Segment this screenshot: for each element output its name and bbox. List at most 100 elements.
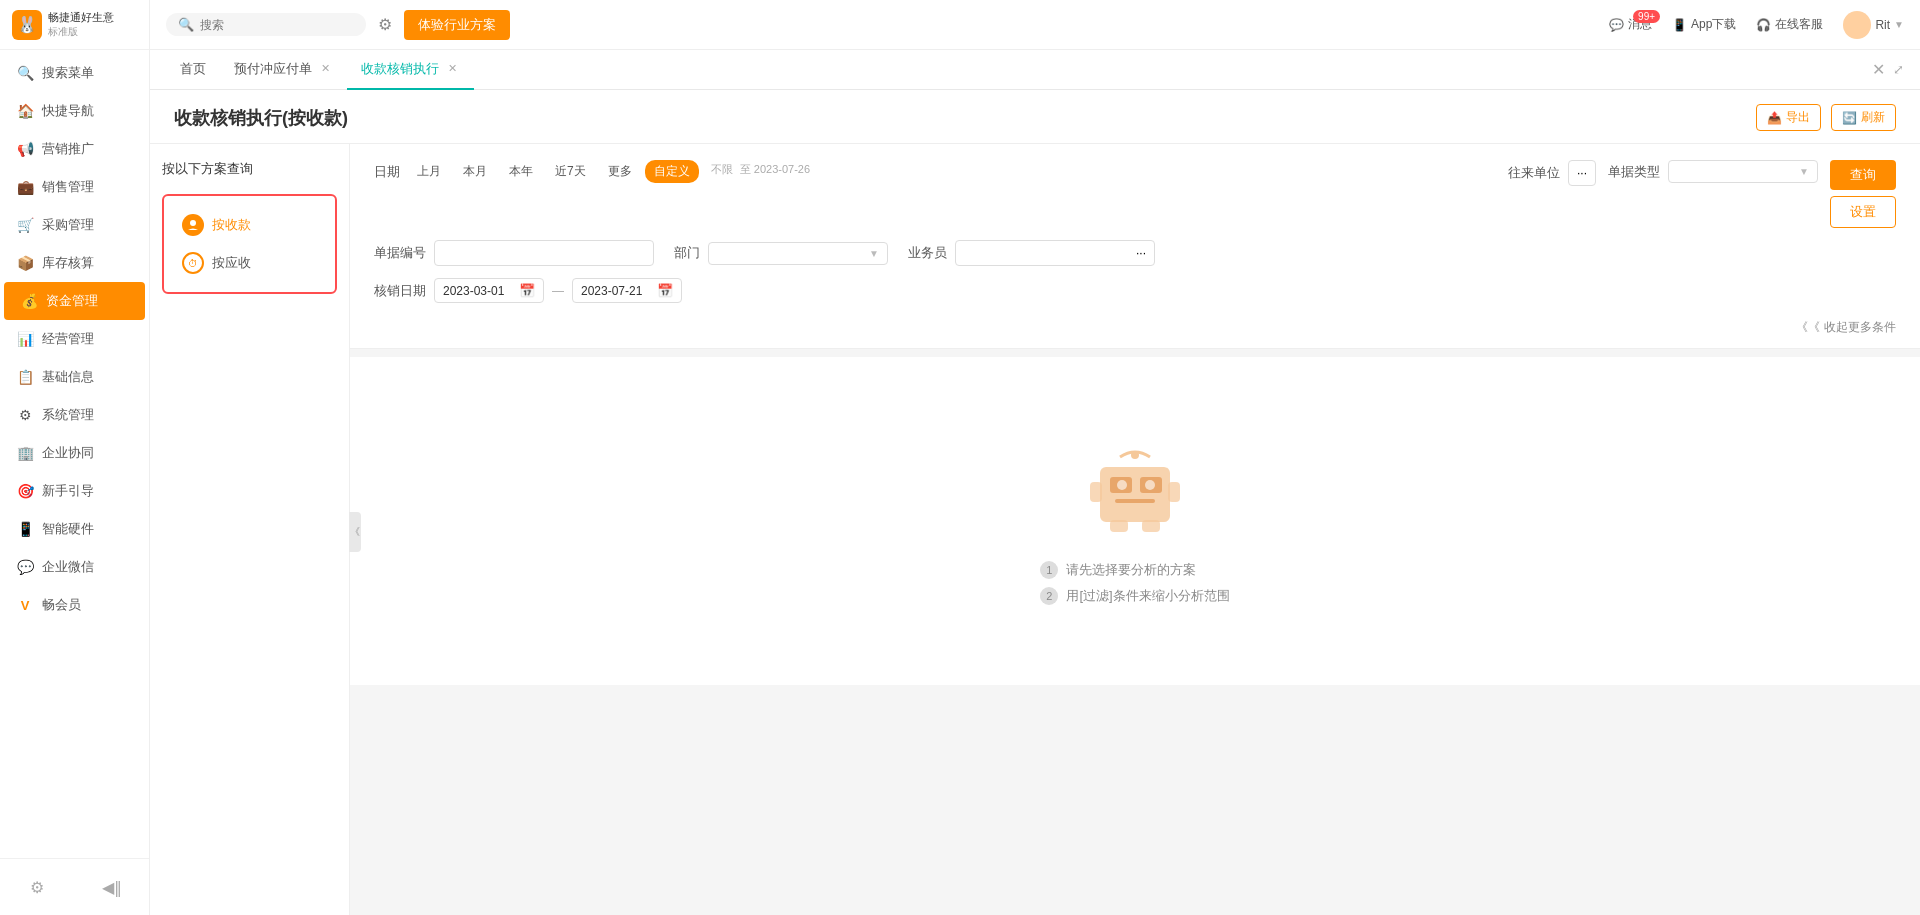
tab-verify-close[interactable]: ✕ bbox=[445, 61, 460, 76]
date-custom[interactable]: 自定义 bbox=[645, 160, 699, 183]
doctype-label: 单据类型 bbox=[1608, 163, 1660, 181]
sidebar-item-label: 经营管理 bbox=[42, 330, 94, 348]
calendar-icon-end[interactable]: 📅 bbox=[657, 283, 673, 298]
tab-verify[interactable]: 收款核销执行 ✕ bbox=[347, 50, 474, 90]
service-btn[interactable]: 🎧 在线客服 bbox=[1756, 16, 1823, 33]
tab-prepay-close[interactable]: ✕ bbox=[318, 61, 333, 76]
settings-bottom-btn[interactable]: ⚙ bbox=[21, 871, 53, 903]
date-this-month[interactable]: 本月 bbox=[454, 160, 496, 183]
collapse-more-label: 收起更多条件 bbox=[1824, 319, 1896, 336]
filter-row-1: 日期 上月 本月 本年 近7天 更多 自定义 bbox=[374, 160, 1896, 228]
sidebar-item-purchase[interactable]: 🛒 采购管理 bbox=[0, 206, 149, 244]
date-filter-group: 日期 上月 本月 本年 近7天 更多 自定义 bbox=[374, 160, 699, 183]
app-download-btn[interactable]: 📱 App下载 bbox=[1672, 16, 1736, 33]
app-logo: 🐰 畅捷通好生意 标准版 bbox=[0, 0, 149, 50]
search-input[interactable] bbox=[200, 18, 340, 32]
sidebar-item-label: 企业微信 bbox=[42, 558, 94, 576]
app-edition: 标准版 bbox=[48, 25, 114, 39]
sidebar-item-label: 系统管理 bbox=[42, 406, 94, 424]
svg-point-6 bbox=[1145, 480, 1155, 490]
query-mode-by-receipt[interactable]: 按收款 bbox=[172, 206, 327, 244]
sidebar-item-quick-nav[interactable]: 🏠 快捷导航 bbox=[0, 92, 149, 130]
sidebar-item-finance[interactable]: 💰 资金管理 bbox=[4, 282, 145, 320]
sidebar-item-enterprise[interactable]: 🏢 企业协同 bbox=[0, 434, 149, 472]
collapse-more-row: 《《 收起更多条件 bbox=[374, 311, 1896, 340]
tab-prepay[interactable]: 预付冲应付单 ✕ bbox=[220, 50, 347, 90]
refresh-label: 刷新 bbox=[1861, 109, 1885, 126]
member-icon: V bbox=[16, 596, 34, 614]
date-7-days[interactable]: 近7天 bbox=[546, 160, 595, 183]
counterpart-group: 往来单位 ··· bbox=[1508, 160, 1596, 186]
refresh-btn[interactable]: 🔄 刷新 bbox=[1831, 104, 1896, 131]
sidebar-item-guide[interactable]: 🎯 新手引导 bbox=[0, 472, 149, 510]
sidebar-item-operations[interactable]: 📊 经营管理 bbox=[0, 320, 149, 358]
collapse-more-btn[interactable]: 《《 收起更多条件 bbox=[1796, 315, 1896, 340]
date-this-year[interactable]: 本年 bbox=[500, 160, 542, 183]
marketing-icon: 📢 bbox=[16, 140, 34, 158]
dept-label: 部门 bbox=[674, 244, 700, 262]
sidebar-item-hardware[interactable]: 📱 智能硬件 bbox=[0, 510, 149, 548]
basic-info-icon: 📋 bbox=[16, 368, 34, 386]
svg-rect-4 bbox=[1115, 499, 1155, 503]
enterprise-icon: 🏢 bbox=[16, 444, 34, 462]
industry-btn[interactable]: 体验行业方案 bbox=[404, 10, 510, 40]
sidebar-nav: 🔍 搜索菜单 🏠 快捷导航 📢 营销推广 💼 销售管理 🛒 采购管理 📦 库存核… bbox=[0, 50, 149, 858]
sidebar-item-label: 企业协同 bbox=[42, 444, 94, 462]
search-bar[interactable]: 🔍 bbox=[166, 13, 366, 36]
close-tab-btn[interactable]: ✕ bbox=[1872, 60, 1885, 79]
verify-date-start[interactable]: 2023-03-01 📅 bbox=[434, 278, 544, 303]
docno-input[interactable] bbox=[434, 240, 654, 266]
sidebar-item-sales[interactable]: 💼 销售管理 bbox=[0, 168, 149, 206]
counterpart-select[interactable]: ··· bbox=[1568, 160, 1596, 186]
export-btn[interactable]: 📤 导出 bbox=[1756, 104, 1821, 131]
service-icon: 🎧 bbox=[1756, 18, 1771, 32]
filter-section: 日期 上月 本月 本年 近7天 更多 自定义 bbox=[350, 144, 1920, 349]
right-panel: 日期 上月 本月 本年 近7天 更多 自定义 bbox=[350, 144, 1920, 915]
sidebar-item-inventory[interactable]: 📦 库存核算 bbox=[0, 244, 149, 282]
docno-group: 单据编号 bbox=[374, 240, 654, 266]
sidebar-item-label: 搜索菜单 bbox=[42, 64, 94, 82]
query-btn[interactable]: 查询 bbox=[1830, 160, 1896, 190]
verify-date-end[interactable]: 2023-07-21 📅 bbox=[572, 278, 682, 303]
sidebar-item-basic-info[interactable]: 📋 基础信息 bbox=[0, 358, 149, 396]
finance-icon: 💰 bbox=[20, 292, 38, 310]
doctype-group: 单据类型 ▼ bbox=[1608, 160, 1818, 183]
expand-tab-btn[interactable]: ⤢ bbox=[1893, 62, 1904, 77]
inventory-icon: 📦 bbox=[16, 254, 34, 272]
system-icon: ⚙ bbox=[16, 406, 34, 424]
sidebar-item-label: 采购管理 bbox=[42, 216, 94, 234]
query-mode-by-receivable[interactable]: ⏱ 按应收 bbox=[172, 244, 327, 282]
salesman-group: 业务员 ··· bbox=[908, 240, 1155, 266]
tab-home[interactable]: 首页 bbox=[166, 50, 220, 90]
app-label: App下载 bbox=[1691, 16, 1736, 33]
sidebar-item-marketing[interactable]: 📢 营销推广 bbox=[0, 130, 149, 168]
date-last-month[interactable]: 上月 bbox=[408, 160, 450, 183]
receipt-mode-icon bbox=[182, 214, 204, 236]
refresh-icon: 🔄 bbox=[1842, 111, 1857, 125]
dept-group: 部门 ▼ bbox=[674, 242, 888, 265]
collapse-sidebar-btn[interactable]: ◀‖ bbox=[96, 871, 128, 903]
user-menu[interactable]: Rit ▼ bbox=[1843, 11, 1904, 39]
doctype-select[interactable]: ▼ bbox=[1668, 160, 1818, 183]
sidebar-item-label: 资金管理 bbox=[46, 292, 98, 310]
settings-btn[interactable]: 设置 bbox=[1830, 196, 1896, 228]
message-btn[interactable]: 💬 消息 99+ bbox=[1609, 16, 1652, 33]
salesman-select[interactable]: ··· bbox=[955, 240, 1155, 266]
sidebar-item-member[interactable]: V 畅会员 bbox=[0, 586, 149, 624]
tab-verify-label: 收款核销执行 bbox=[361, 60, 439, 78]
collapse-more-icon: 《《 bbox=[1796, 319, 1820, 336]
export-icon: 📤 bbox=[1767, 111, 1782, 125]
date-more[interactable]: 更多 bbox=[599, 160, 641, 183]
collapse-left-panel-btn[interactable]: 《 bbox=[349, 512, 361, 552]
empty-tip-2: 2 用[过滤]条件来缩小分析范围 bbox=[1040, 587, 1229, 605]
sidebar-item-search-menu[interactable]: 🔍 搜索菜单 bbox=[0, 54, 149, 92]
sidebar-item-wechat[interactable]: 💬 企业微信 bbox=[0, 548, 149, 586]
dept-select[interactable]: ▼ bbox=[708, 242, 888, 265]
sidebar-item-system[interactable]: ⚙ 系统管理 bbox=[0, 396, 149, 434]
date-no-limit-text: 不限 至 2023-07-26 bbox=[711, 162, 1496, 177]
receivable-mode-label: 按应收 bbox=[212, 254, 251, 272]
date-no-limit: 不限 至 2023-07-26 bbox=[711, 160, 1496, 177]
calendar-icon-start[interactable]: 📅 bbox=[519, 283, 535, 298]
verify-date-end-value: 2023-07-21 bbox=[581, 284, 642, 298]
gear-icon[interactable]: ⚙ bbox=[378, 15, 392, 34]
